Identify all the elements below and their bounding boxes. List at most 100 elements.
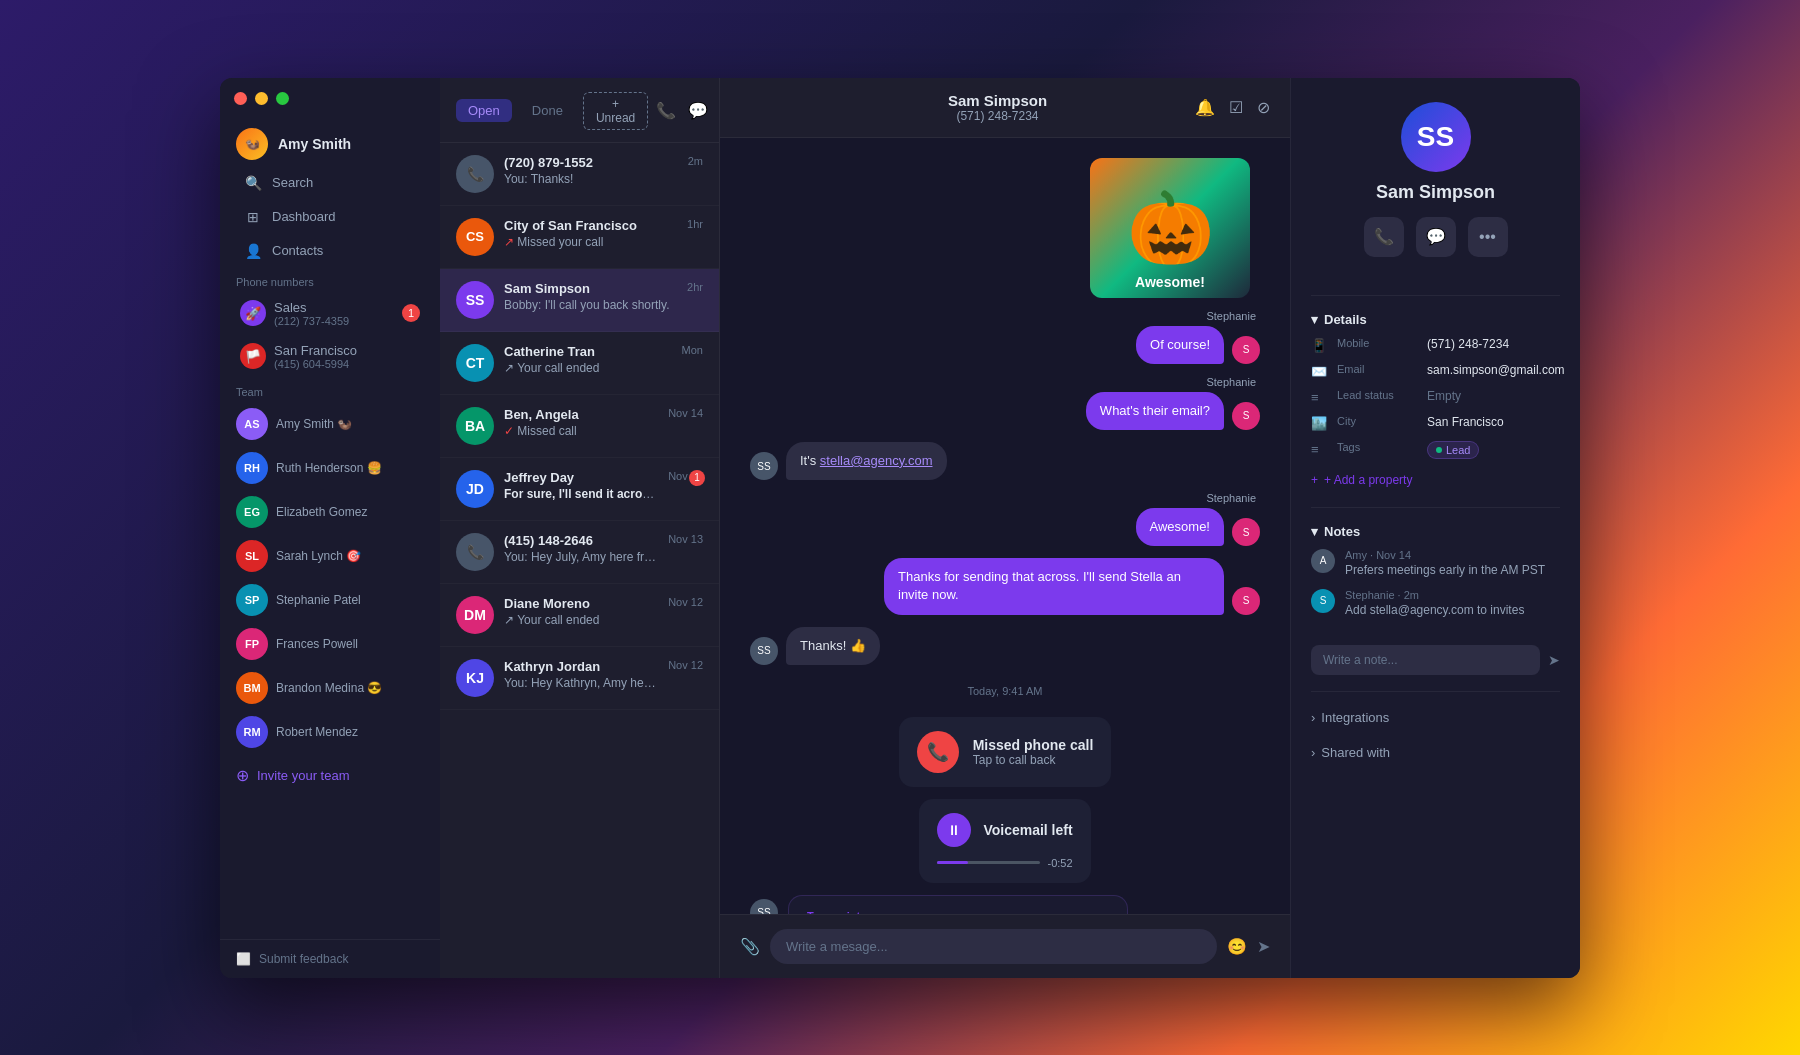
conv-info-kathryn: Kathryn Jordan You: Hey Kathryn, Amy her… bbox=[504, 659, 658, 690]
conv-info-diane: Diane Moreno ↗ Your call ended bbox=[504, 596, 658, 627]
stella-email-link[interactable]: stella@agency.com bbox=[820, 453, 933, 468]
contact-call-button[interactable]: 📞 bbox=[1364, 217, 1404, 257]
voicemail-progress-bar[interactable] bbox=[937, 861, 1039, 864]
contact-more-button[interactable]: ••• bbox=[1468, 217, 1508, 257]
sidebar-team-amy[interactable]: AS Amy Smith 🦦 bbox=[220, 402, 440, 446]
sales-inbox-badge: 1 bbox=[402, 304, 420, 322]
msg-row-ofcourse: Of course! S bbox=[750, 326, 1260, 364]
sidebar-team-brandon[interactable]: BM Brandon Medina 😎 bbox=[220, 666, 440, 710]
emoji-icon[interactable]: 😊 bbox=[1227, 937, 1247, 956]
chat-input[interactable] bbox=[770, 929, 1217, 964]
sidebar-team-stephanie[interactable]: SP Stephanie Patel bbox=[220, 578, 440, 622]
conv-item-diane[interactable]: DM Diane Moreno ↗ Your call ended Nov 12 bbox=[440, 584, 719, 647]
conv-preview-kathryn: You: Hey Kathryn, Amy here from Zest. Th… bbox=[504, 676, 658, 690]
team-member-ruth-label: Ruth Henderson 🍔 bbox=[276, 461, 382, 475]
conv-item-720[interactable]: 📞 (720) 879-1552 You: Thanks! 2m bbox=[440, 143, 719, 206]
conv-preview-diane: ↗ Your call ended bbox=[504, 613, 658, 627]
conv-item-catherine[interactable]: CT Catherine Tran ↗ Your call ended Mon bbox=[440, 332, 719, 395]
note-send-icon[interactable]: ➤ bbox=[1548, 652, 1560, 668]
missed-icon-ben: ✓ bbox=[504, 424, 514, 438]
invite-team-button[interactable]: ⊕ Invite your team bbox=[220, 758, 440, 793]
shared-with-section[interactable]: › Shared with bbox=[1291, 735, 1580, 770]
close-button[interactable] bbox=[234, 92, 247, 105]
play-button[interactable]: ⏸ bbox=[937, 813, 971, 847]
note-avatar-amy: A bbox=[1311, 549, 1335, 573]
conv-name-720: (720) 879-1552 bbox=[504, 155, 678, 170]
sidebar-item-san-francisco[interactable]: 🏳️ San Francisco (415) 604-5994 bbox=[224, 336, 436, 377]
conv-item-ben[interactable]: BA Ben, Angela ✓ Missed call Nov 14 bbox=[440, 395, 719, 458]
tag-label: Lead bbox=[1446, 444, 1470, 456]
msg-avatar-stephanie4: S bbox=[1232, 587, 1260, 615]
check-icon[interactable]: ☑ bbox=[1229, 98, 1243, 117]
voicemail-card: ⏸ Voicemail left -0:52 bbox=[919, 799, 1090, 883]
conv-name-sf: City of San Francisco bbox=[504, 218, 677, 233]
conv-info-jeffrey: Jeffrey Day For sure, I'll send it acros… bbox=[504, 470, 658, 501]
conv-item-jeffrey[interactable]: JD Jeffrey Day For sure, I'll send it ac… bbox=[440, 458, 719, 521]
sidebar-team-robert[interactable]: RM Robert Mendez bbox=[220, 710, 440, 754]
jeffrey-preview-bold: For sure, I'll send it across shortly 👍 bbox=[504, 487, 658, 501]
chat-contact-name: Sam Simpson bbox=[948, 92, 1047, 109]
minimize-button[interactable] bbox=[255, 92, 268, 105]
timestamp-divider: Today, 9:41 AM bbox=[750, 685, 1260, 697]
conv-name-jeffrey: Jeffrey Day bbox=[504, 470, 658, 485]
tab-done[interactable]: Done bbox=[520, 99, 575, 122]
msg-sender-name-stephanie1: Stephanie bbox=[750, 310, 1256, 322]
msg-avatar-sam1: SS bbox=[750, 452, 778, 480]
send-icon[interactable]: ➤ bbox=[1257, 937, 1270, 956]
user-avatar-initials: 🦦 bbox=[245, 137, 260, 151]
tab-unread[interactable]: + Unread bbox=[583, 92, 648, 130]
message-action-icon[interactable]: 💬 bbox=[688, 101, 708, 120]
conv-item-sam[interactable]: SS Sam Simpson Bobby: I'll call you back… bbox=[440, 269, 719, 332]
note-input[interactable] bbox=[1311, 645, 1540, 675]
sidebar-team-elizabeth[interactable]: EG Elizabeth Gomez bbox=[220, 490, 440, 534]
stephanie-avatar: SP bbox=[236, 584, 268, 616]
tags-icon: ≡ bbox=[1311, 442, 1327, 457]
contact-name-large: Sam Simpson bbox=[1311, 182, 1560, 203]
msg-image-caption: Awesome! bbox=[1090, 274, 1250, 290]
sidebar-item-search[interactable]: 🔍 Search bbox=[228, 167, 432, 199]
brandon-avatar: BM bbox=[236, 672, 268, 704]
lead-tag[interactable]: Lead bbox=[1427, 441, 1479, 459]
sf-inbox-name: San Francisco bbox=[274, 343, 357, 358]
sidebar-item-dashboard[interactable]: ⊞ Dashboard bbox=[228, 201, 432, 233]
amy-avatar: AS bbox=[236, 408, 268, 440]
notes-header[interactable]: ▾ Notes bbox=[1311, 524, 1560, 539]
sidebar-item-contacts[interactable]: 👤 Contacts bbox=[228, 235, 432, 267]
conv-avatar-sf: CS bbox=[456, 218, 494, 256]
conv-info-sf: City of San Francisco ↗ Missed your call bbox=[504, 218, 677, 249]
voicemail-progress-fill bbox=[937, 861, 968, 864]
conv-item-kathryn[interactable]: KJ Kathryn Jordan You: Hey Kathryn, Amy … bbox=[440, 647, 719, 710]
mobile-value: (571) 248-7234 bbox=[1427, 337, 1509, 351]
add-icon: + bbox=[1311, 473, 1318, 487]
conv-item-sf[interactable]: CS City of San Francisco ↗ Missed your c… bbox=[440, 206, 719, 269]
sidebar-team-sarah[interactable]: SL Sarah Lynch 🎯 bbox=[220, 534, 440, 578]
sidebar-item-sales[interactable]: 🚀 Sales (212) 737-4359 1 bbox=[224, 293, 436, 334]
missed-call-text: Missed phone call Tap to call back bbox=[973, 737, 1094, 767]
transcript-avatar: SS bbox=[750, 899, 778, 914]
msg-row-thanks-in: SS Thanks! 👍 bbox=[750, 627, 1260, 665]
call-ended-arrow-diane: ↗ bbox=[504, 613, 514, 627]
maximize-button[interactable] bbox=[276, 92, 289, 105]
conv-item-415[interactable]: 📞 (415) 148-2646 You: Hey July, Amy here… bbox=[440, 521, 719, 584]
contact-details-section: ▾ Details 📱 Mobile (571) 248-7234 ✉️ Ema… bbox=[1291, 304, 1580, 499]
team-member-stephanie-label: Stephanie Patel bbox=[276, 593, 361, 607]
chat-messages: 🎃 Awesome! Stephanie Of course! S Stepha… bbox=[720, 138, 1290, 914]
note-text-stephanie: Add stella@agency.com to invites bbox=[1345, 603, 1524, 617]
add-property-button[interactable]: + + Add a property bbox=[1311, 469, 1560, 491]
block-icon[interactable]: ⊘ bbox=[1257, 98, 1270, 117]
sidebar-team-ruth[interactable]: RH Ruth Henderson 🍔 bbox=[220, 446, 440, 490]
missed-call-card[interactable]: 📞 Missed phone call Tap to call back bbox=[899, 717, 1112, 787]
sidebar-team-frances[interactable]: FP Frances Powell bbox=[220, 622, 440, 666]
notification-icon[interactable]: 🔔 bbox=[1195, 98, 1215, 117]
integrations-section[interactable]: › Integrations bbox=[1291, 700, 1580, 735]
tab-open[interactable]: Open bbox=[456, 99, 512, 122]
submit-feedback-button[interactable]: ⬜ Submit feedback bbox=[236, 952, 424, 966]
conv-time-sf: 1hr bbox=[687, 218, 703, 230]
phone-action-icon[interactable]: 📞 bbox=[656, 101, 676, 120]
conv-avatar-415: 📞 bbox=[456, 533, 494, 571]
tags-value: Lead bbox=[1427, 441, 1479, 459]
city-label: City bbox=[1337, 415, 1417, 427]
contact-message-button[interactable]: 💬 bbox=[1416, 217, 1456, 257]
contact-details-header[interactable]: ▾ Details bbox=[1311, 312, 1560, 327]
attachment-icon[interactable]: 📎 bbox=[740, 937, 760, 956]
